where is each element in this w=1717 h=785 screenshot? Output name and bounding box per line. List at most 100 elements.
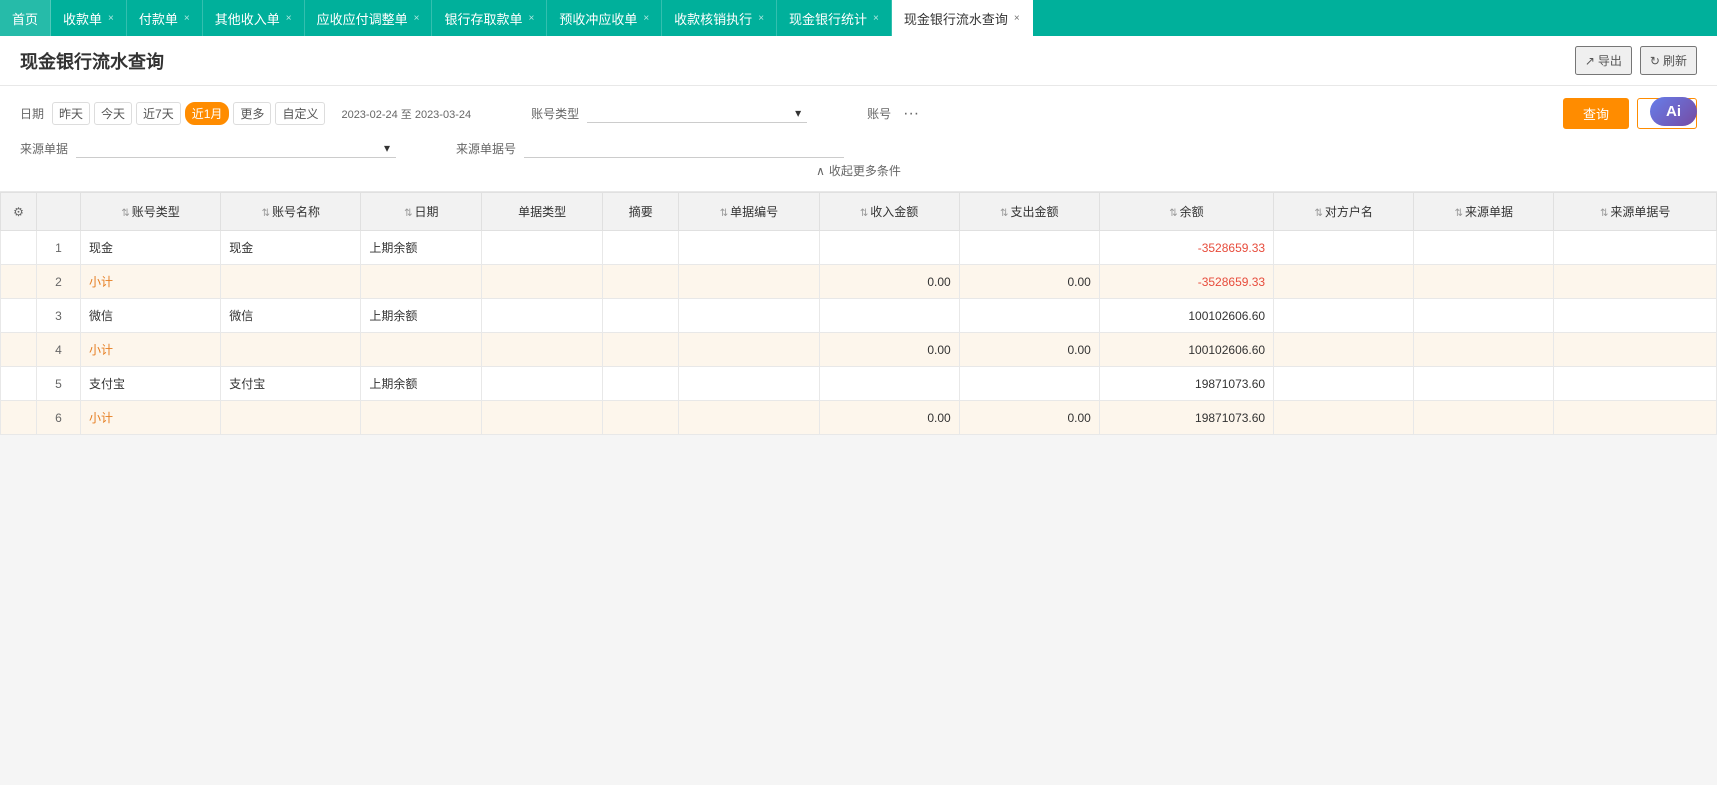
close-icon[interactable]: × bbox=[873, 13, 879, 24]
query-button[interactable]: 查询 bbox=[1563, 98, 1629, 129]
table-settings-icon[interactable]: ⚙ bbox=[13, 205, 24, 219]
row-account-name: 现金 bbox=[221, 231, 361, 265]
source-doc-label: 来源单据 bbox=[20, 140, 68, 157]
date-btn-custom[interactable]: 自定义 bbox=[275, 102, 325, 125]
data-table-container: ⚙ ⇅账号类型 ⇅账号名称 ⇅日期 单据类型 摘要 ⇅单据编号 ⇅收入金额 ⇅支… bbox=[0, 192, 1717, 435]
table-row: 2 小计 0.00 0.00 -3528659.33 bbox=[1, 265, 1717, 299]
row-no: 4 bbox=[37, 333, 81, 367]
col-expense[interactable]: ⇅支出金额 bbox=[959, 193, 1099, 231]
row-summary bbox=[603, 299, 679, 333]
date-btn-yesterday[interactable]: 昨天 bbox=[52, 102, 90, 125]
close-icon[interactable]: × bbox=[184, 13, 190, 24]
row-summary bbox=[603, 265, 679, 299]
row-account-name: 微信 bbox=[221, 299, 361, 333]
account-type-select[interactable]: ▾ bbox=[587, 104, 807, 123]
row-income bbox=[819, 367, 959, 401]
date-btn-7days[interactable]: 近7天 bbox=[136, 102, 181, 125]
source-doc-filter: 来源单据 ▾ bbox=[20, 139, 396, 158]
nav-label: 其他收入单 bbox=[215, 9, 280, 28]
nav-yushoudan[interactable]: 预收冲应收单 × bbox=[547, 0, 662, 36]
row-date: 上期余额 bbox=[361, 299, 482, 333]
row-date: 上期余额 bbox=[361, 231, 482, 265]
nav-liushui[interactable]: 现金银行流水查询 × bbox=[892, 0, 1033, 36]
row-settings-cell bbox=[1, 333, 37, 367]
close-icon[interactable]: × bbox=[1014, 13, 1020, 24]
nav-shoukuandan[interactable]: 收款单 × bbox=[51, 0, 127, 36]
row-source-doc bbox=[1414, 401, 1554, 435]
row-source-doc-no bbox=[1554, 299, 1717, 333]
chevron-up-icon: ∧ bbox=[816, 164, 825, 178]
row-account-name: 支付宝 bbox=[221, 367, 361, 401]
refresh-button[interactable]: ↻ 刷新 bbox=[1640, 46, 1697, 75]
nav-yinhangdan[interactable]: 银行存取款单 × bbox=[432, 0, 547, 36]
close-icon[interactable]: × bbox=[643, 13, 649, 24]
col-balance[interactable]: ⇅余额 bbox=[1099, 193, 1273, 231]
close-icon[interactable]: × bbox=[528, 13, 534, 24]
col-source-doc-no[interactable]: ⇅来源单据号 bbox=[1554, 193, 1717, 231]
source-doc-no-filter: 来源单据号 bbox=[456, 139, 844, 158]
nav-qitadan[interactable]: 其他收入单 × bbox=[203, 0, 305, 36]
source-doc-no-input-wrapper bbox=[524, 139, 844, 158]
date-btn-1month[interactable]: 近1月 bbox=[185, 102, 230, 125]
source-doc-no-input[interactable] bbox=[530, 141, 838, 155]
source-doc-no-label: 来源单据号 bbox=[456, 140, 516, 157]
row-source-doc bbox=[1414, 299, 1554, 333]
row-income bbox=[819, 299, 959, 333]
nav-fukuandan[interactable]: 付款单 × bbox=[127, 0, 203, 36]
nav-xianjintongji[interactable]: 现金银行统计 × bbox=[777, 0, 892, 36]
nav-label: 现金银行统计 bbox=[789, 9, 867, 28]
export-button[interactable]: ↗ 导出 bbox=[1575, 46, 1632, 75]
refresh-label: 刷新 bbox=[1663, 52, 1687, 69]
nav-yingshoudan[interactable]: 应收应付调整单 × bbox=[305, 0, 433, 36]
row-source-doc bbox=[1414, 367, 1554, 401]
row-account-type: 微信 bbox=[81, 299, 221, 333]
close-icon[interactable]: × bbox=[286, 13, 292, 24]
table-row: 6 小计 0.00 0.00 19871073.60 bbox=[1, 401, 1717, 435]
row-income: 0.00 bbox=[819, 333, 959, 367]
nav-label: 现金银行流水查询 bbox=[904, 9, 1008, 28]
nav-shoukuanhedan[interactable]: 收款核销执行 × bbox=[662, 0, 777, 36]
row-date bbox=[361, 265, 482, 299]
row-settings-cell bbox=[1, 299, 37, 333]
close-icon[interactable]: × bbox=[414, 13, 420, 24]
date-btn-today[interactable]: 今天 bbox=[94, 102, 132, 125]
col-account-name[interactable]: ⇅账号名称 bbox=[221, 193, 361, 231]
settings-col-header: ⚙ bbox=[1, 193, 37, 231]
close-icon[interactable]: × bbox=[758, 13, 764, 24]
col-date[interactable]: ⇅日期 bbox=[361, 193, 482, 231]
row-income: 0.00 bbox=[819, 401, 959, 435]
close-icon[interactable]: × bbox=[108, 13, 114, 24]
collapse-label: 收起更多条件 bbox=[829, 162, 901, 179]
col-counterpart[interactable]: ⇅对方户名 bbox=[1274, 193, 1414, 231]
row-summary bbox=[603, 333, 679, 367]
date-filter-group: 日期 昨天 今天 近7天 近1月 更多 自定义 2023-02-24 至 202… bbox=[20, 102, 471, 125]
row-counterpart bbox=[1274, 333, 1414, 367]
row-counterpart bbox=[1274, 231, 1414, 265]
col-account-type[interactable]: ⇅账号类型 bbox=[81, 193, 221, 231]
row-account-type: 小计 bbox=[81, 401, 221, 435]
nav-label: 收款单 bbox=[63, 9, 102, 28]
account-more-button[interactable]: ··· bbox=[899, 105, 923, 123]
col-doc-no[interactable]: ⇅单据编号 bbox=[679, 193, 819, 231]
ai-button[interactable]: Ai bbox=[1650, 97, 1697, 126]
row-doc-no bbox=[679, 367, 819, 401]
source-doc-select[interactable]: ▾ bbox=[76, 139, 396, 158]
collapse-bar[interactable]: ∧ 收起更多条件 bbox=[20, 158, 1697, 179]
nav-home[interactable]: 首页 bbox=[0, 0, 51, 36]
row-expense: 0.00 bbox=[959, 333, 1099, 367]
row-date bbox=[361, 401, 482, 435]
row-doc-no bbox=[679, 401, 819, 435]
col-source-doc[interactable]: ⇅来源单据 bbox=[1414, 193, 1554, 231]
row-summary bbox=[603, 231, 679, 265]
row-counterpart bbox=[1274, 367, 1414, 401]
row-balance: 19871073.60 bbox=[1099, 367, 1273, 401]
row-doc-no bbox=[679, 299, 819, 333]
date-btn-more[interactable]: 更多 bbox=[233, 102, 271, 125]
col-income[interactable]: ⇅收入金额 bbox=[819, 193, 959, 231]
row-source-doc-no bbox=[1554, 367, 1717, 401]
row-no: 2 bbox=[37, 265, 81, 299]
date-label: 日期 bbox=[20, 105, 44, 122]
row-balance: 100102606.60 bbox=[1099, 333, 1273, 367]
date-range-display: 2023-02-24 至 2023-03-24 bbox=[341, 106, 471, 122]
row-no: 6 bbox=[37, 401, 81, 435]
